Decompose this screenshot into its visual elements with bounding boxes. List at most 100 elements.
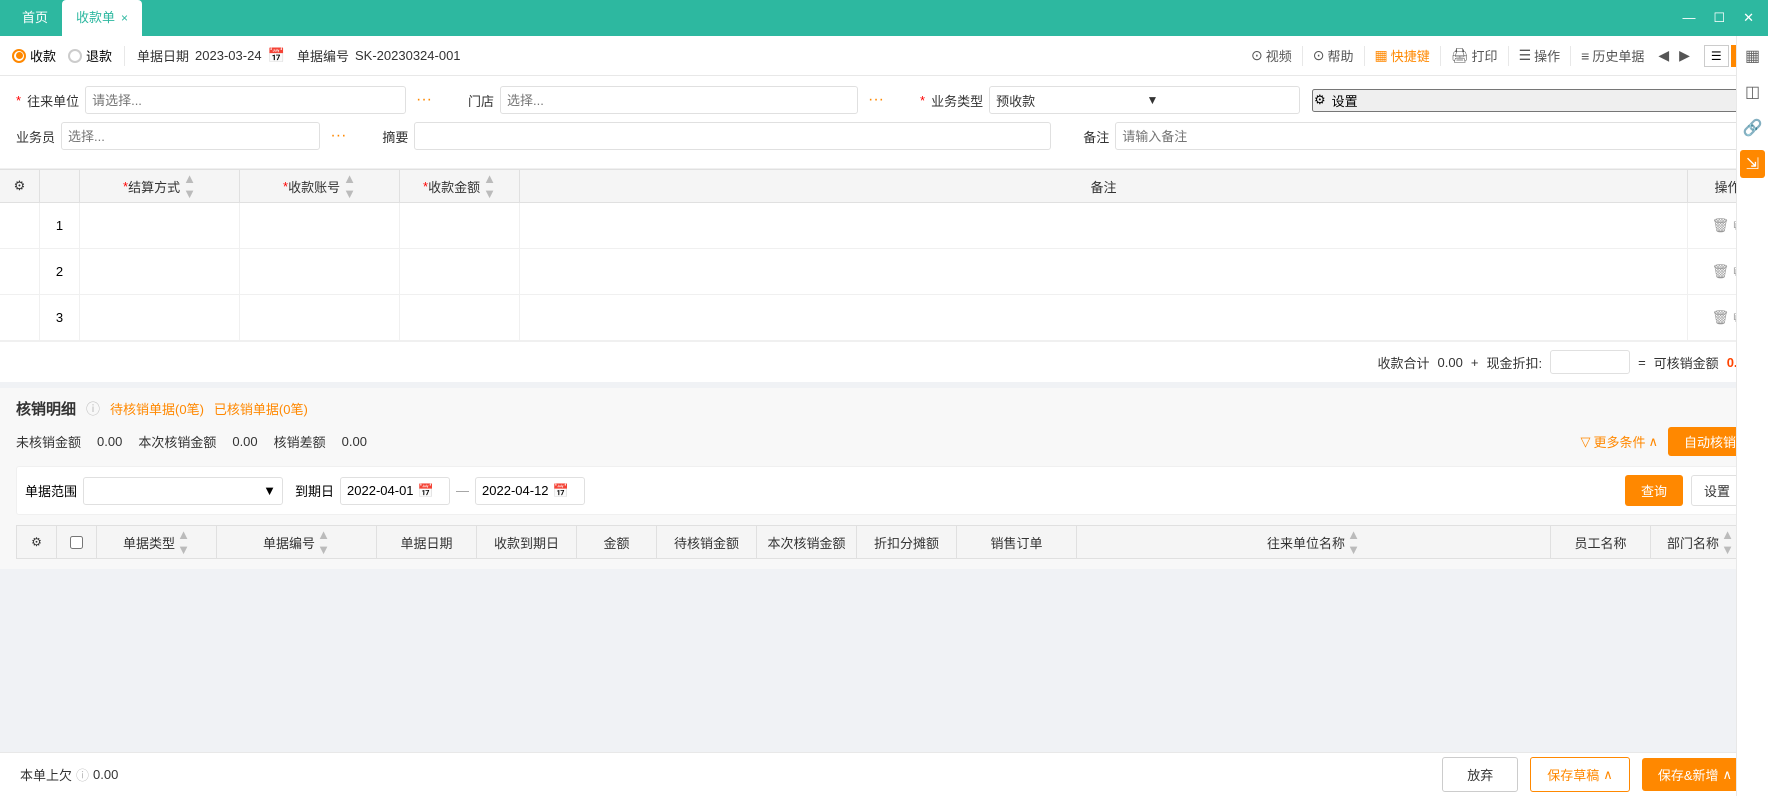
reconcile-table-header: ⚙ 单据类型 ▲▼ 单据编号 ▲▼ 单据日期 收款到期日 金额 待核销金额 本次… — [16, 525, 1752, 559]
row3-settlement[interactable] — [80, 295, 240, 340]
row2-remark[interactable] — [520, 249, 1688, 294]
staff-label: 业务员 — [16, 127, 55, 146]
sort-amount-icon[interactable]: ▲▼ — [483, 171, 496, 201]
shortcut-label: 快捷键 — [1391, 46, 1430, 65]
window-controls: — ☐ ✕ — [1676, 10, 1760, 26]
ops-button[interactable]: ☰ 操作 — [1519, 46, 1561, 65]
maximize-button[interactable]: ☐ — [1707, 10, 1731, 26]
biz-type-select[interactable]: 预收款 ▼ — [989, 86, 1300, 114]
sort-dept-icon[interactable]: ▲▼ — [1721, 527, 1734, 557]
prev-arrow[interactable]: ◀ — [1654, 45, 1673, 66]
row3-amount[interactable] — [400, 295, 520, 340]
print-button[interactable]: 🖨 打印 — [1451, 46, 1498, 65]
discount-input[interactable] — [1550, 350, 1630, 374]
partner-more-icon[interactable]: ··· — [412, 91, 436, 109]
row1-remark[interactable] — [520, 203, 1688, 248]
date-from-value: 2022-04-01 — [347, 483, 414, 498]
filter-icon: ▽ — [1580, 434, 1590, 450]
rcol-cb[interactable] — [57, 525, 97, 559]
row1-delete-icon[interactable]: 🗑 — [1712, 217, 1730, 234]
date-sep: — — [456, 483, 469, 498]
table-settings-icon[interactable]: ⚙ — [0, 169, 40, 203]
history-button[interactable]: ≡ 历史单据 — [1581, 46, 1644, 65]
limit-info-icon[interactable]: ⓘ — [76, 765, 89, 784]
rcol-gear[interactable]: ⚙ — [17, 525, 57, 559]
filter-actions: 查询 设置 — [1625, 475, 1743, 506]
calendar-icon[interactable]: 📅 — [268, 47, 285, 64]
sep2 — [1302, 46, 1303, 66]
col-remark-header: 备注 — [520, 169, 1688, 203]
store-input[interactable] — [500, 86, 858, 114]
range-field: 单据范围 ▼ — [25, 477, 283, 505]
range-select[interactable]: ▼ — [83, 477, 283, 505]
rcol-partner: 往来单位名称 ▲▼ — [1077, 525, 1551, 559]
row2-settlement[interactable] — [80, 249, 240, 294]
rcol-doc-no: 单据编号 ▲▼ — [217, 525, 377, 559]
tab-close-icon[interactable]: × — [121, 0, 128, 36]
help-button[interactable]: ⊙ 帮助 — [1313, 46, 1354, 65]
store-more-icon[interactable]: ··· — [864, 91, 888, 109]
row1-amount[interactable] — [400, 203, 520, 248]
query-button[interactable]: 查询 — [1625, 475, 1683, 506]
partner-label: 往来单位 — [27, 91, 79, 110]
next-arrow[interactable]: ▶ — [1675, 45, 1694, 66]
biz-type-field: * 业务类型 预收款 ▼ — [920, 86, 1300, 114]
sort-doc-no-icon[interactable]: ▲▼ — [317, 527, 330, 557]
abandon-button[interactable]: 放弃 — [1442, 757, 1518, 792]
col-settlement-label: 结算方式 — [128, 177, 180, 196]
sidebar-link-icon[interactable]: 🔗 — [1739, 114, 1767, 142]
final-label: 可核销金额 — [1654, 353, 1719, 372]
close-button[interactable]: ✕ — [1737, 10, 1760, 26]
plus-sign: + — [1471, 355, 1479, 370]
select-all-checkbox[interactable] — [70, 536, 83, 549]
radio-collection[interactable]: 收款 — [12, 46, 56, 65]
list-view-button[interactable]: ☰ — [1704, 45, 1729, 67]
row3-account[interactable] — [240, 295, 400, 340]
row1-account[interactable] — [240, 203, 400, 248]
partner-input[interactable] — [85, 86, 406, 114]
date-label: 到期日 — [295, 481, 334, 500]
rcol-sales-order-label: 销售订单 — [990, 533, 1042, 552]
no-field: 单据编号 SK-20230324-001 — [297, 46, 461, 65]
more-conditions-button[interactable]: ▽ 更多条件 ∧ — [1580, 432, 1658, 451]
staff-more-icon[interactable]: ··· — [326, 127, 350, 145]
sort-settlement-icon[interactable]: ▲▼ — [183, 171, 196, 201]
video-button[interactable]: ⊙ 视频 — [1251, 46, 1292, 65]
sidebar-table-icon[interactable]: ▦ — [1741, 42, 1764, 70]
row1-settlement[interactable] — [80, 203, 240, 248]
sort-partner-icon[interactable]: ▲▼ — [1347, 527, 1360, 557]
col-account-header: * 收款账号 ▲▼ — [240, 169, 400, 203]
date-to-input[interactable]: 2022-04-12 📅 — [475, 477, 585, 505]
date-from-input[interactable]: 2022-04-01 📅 — [340, 477, 450, 505]
sidebar-doc-icon[interactable]: ◫ — [1741, 78, 1764, 106]
date-value: 2023-03-24 — [195, 48, 262, 63]
sort-doc-type-icon[interactable]: ▲▼ — [177, 527, 190, 557]
no-label: 单据编号 — [297, 46, 349, 65]
collection-tab[interactable]: 收款单 × — [62, 0, 142, 36]
shortcut-button[interactable]: ▦ 快捷键 — [1375, 46, 1430, 65]
summary-input[interactable] — [414, 122, 1051, 150]
save-new-button[interactable]: 保存&新增 ∧ — [1642, 758, 1748, 791]
note-input[interactable] — [1115, 122, 1752, 150]
minimize-button[interactable]: — — [1676, 10, 1701, 26]
row2-amount[interactable] — [400, 249, 520, 294]
pending-tab[interactable]: 待核销单据(0笔) — [110, 399, 204, 418]
more-conditions-label: 更多条件 — [1593, 432, 1645, 451]
partner-req: * — [16, 93, 21, 108]
row2-delete-icon[interactable]: 🗑 — [1712, 263, 1730, 280]
save-draft-button[interactable]: 保存草稿 ∧ — [1530, 757, 1630, 792]
done-tab[interactable]: 已核销单据(0笔) — [214, 399, 308, 418]
row3-delete-icon[interactable]: 🗑 — [1712, 309, 1730, 326]
staff-input[interactable] — [61, 122, 320, 150]
rcol-pending: 待核销金额 — [657, 525, 757, 559]
row2-account[interactable] — [240, 249, 400, 294]
save-draft-label: 保存草稿 — [1547, 765, 1599, 784]
home-tab[interactable]: 首页 — [8, 0, 62, 36]
radio-refund[interactable]: 退款 — [68, 46, 112, 65]
row3-remark[interactable] — [520, 295, 1688, 340]
sort-account-icon[interactable]: ▲▼ — [343, 171, 356, 201]
setting-button[interactable]: ⚙ 设置 — [1312, 89, 1752, 112]
sidebar-expand-icon[interactable]: ⇲ — [1740, 150, 1765, 178]
biz-type-value: 预收款 — [996, 91, 1142, 110]
reconcile-info-icon[interactable]: ⓘ — [86, 399, 100, 419]
